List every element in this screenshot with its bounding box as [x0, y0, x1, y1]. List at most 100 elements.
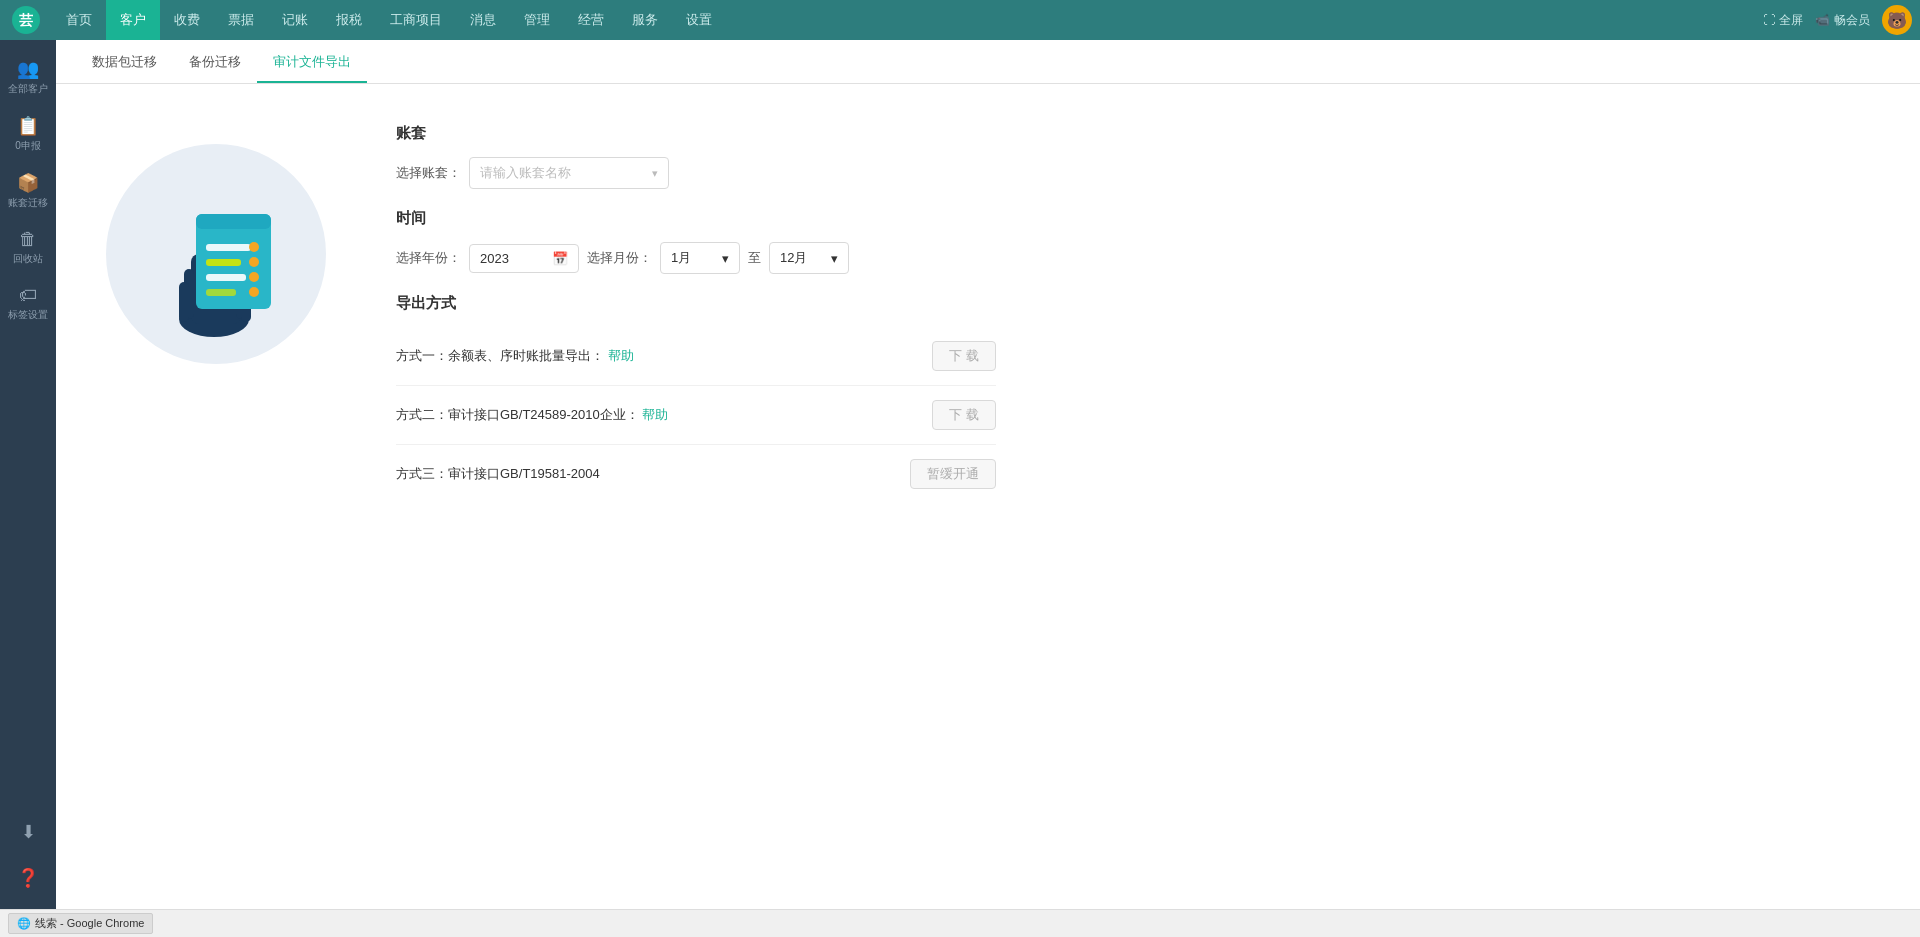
member-label: 畅会员 — [1834, 12, 1870, 29]
month-start-value: 1月 — [671, 249, 691, 267]
help-icon: ❓ — [17, 867, 39, 889]
svg-rect-6 — [179, 282, 189, 322]
nav-bookkeeping[interactable]: 记账 — [268, 0, 322, 40]
method-3-text: 方式三：审计接口GB/T19581-2004 — [396, 466, 600, 481]
tab-backup-migration[interactable]: 备份迁移 — [173, 43, 257, 83]
fullscreen-label: 全屏 — [1779, 12, 1803, 29]
method-3-coming-soon-button[interactable]: 暂缓开通 — [910, 459, 996, 489]
svg-rect-10 — [206, 244, 251, 251]
top-nav: 芸 首页 客户 收费 票据 记账 报税 工商项目 消息 管理 经营 服务 设置 … — [0, 0, 1920, 40]
tab-audit-export[interactable]: 审计文件导出 — [257, 43, 367, 83]
account-section-title: 账套 — [396, 124, 996, 143]
export-method-3: 方式三：审计接口GB/T19581-2004 暂缓开通 — [396, 445, 996, 503]
account-select-label: 选择账套： — [396, 164, 461, 182]
calendar-icon: 📅 — [552, 251, 568, 266]
sidebar-recycle-label: 回收站 — [13, 253, 43, 265]
sidebar: 👥 全部客户 📋 0申报 📦 账套迁移 🗑 回收站 🏷 标签设置 ⬇ ❓ — [0, 40, 56, 909]
taskbar-chrome-label: 线索 - Google Chrome — [35, 916, 144, 931]
nav-home[interactable]: 首页 — [52, 0, 106, 40]
sidebar-download[interactable]: ⬇ — [17, 813, 39, 851]
content-area: 数据包迁移 备份迁移 审计文件导出 — [56, 40, 1920, 909]
taskbar-chrome-item[interactable]: 🌐 线索 - Google Chrome — [8, 913, 153, 934]
video-icon: 📹 — [1815, 13, 1830, 27]
chrome-icon: 🌐 — [17, 917, 31, 930]
sidebar-bottom: ⬇ ❓ — [17, 813, 39, 909]
nav-items: 首页 客户 收费 票据 记账 报税 工商项目 消息 管理 经营 服务 设置 — [52, 0, 1763, 40]
time-form-row: 选择年份： 2023 📅 选择月份： 1月 ▾ 至 12月 — [396, 242, 996, 274]
sidebar-account-migration-label: 账套迁移 — [8, 197, 48, 209]
account-migration-icon: 📦 — [17, 172, 39, 194]
sidebar-item-all-clients[interactable]: 👥 全部客户 — [0, 48, 56, 105]
account-select[interactable]: 请输入账套名称 ▾ — [469, 157, 669, 189]
year-value: 2023 — [480, 251, 509, 266]
nav-message[interactable]: 消息 — [456, 0, 510, 40]
nav-tax[interactable]: 报税 — [322, 0, 376, 40]
method-3-label: 方式三：审计接口GB/T19581-2004 — [396, 465, 898, 483]
month-start-chevron-icon: ▾ — [722, 251, 729, 266]
svg-point-14 — [249, 242, 259, 252]
sidebar-item-recycle[interactable]: 🗑 回收站 — [0, 219, 56, 275]
year-select[interactable]: 2023 📅 — [469, 244, 579, 273]
main-layout: 👥 全部客户 📋 0申报 📦 账套迁移 🗑 回收站 🏷 标签设置 ⬇ ❓ — [0, 40, 1920, 909]
sidebar-tax-filing-label: 0申报 — [15, 140, 41, 152]
month-end-value: 12月 — [780, 249, 807, 267]
month-end-select[interactable]: 12月 ▾ — [769, 242, 849, 274]
sidebar-item-tag-settings[interactable]: 🏷 标签设置 — [0, 275, 56, 331]
svg-text:芸: 芸 — [19, 12, 34, 28]
nav-business[interactable]: 工商项目 — [376, 0, 456, 40]
tag-icon: 🏷 — [19, 285, 37, 306]
method-1-help-link[interactable]: 帮助 — [608, 348, 634, 363]
top-nav-right: ⛶ 全屏 📹 畅会员 🐻 — [1763, 5, 1912, 35]
nav-management[interactable]: 管理 — [510, 0, 564, 40]
user-avatar[interactable]: 🐻 — [1882, 5, 1912, 35]
export-method-2: 方式二：审计接口GB/T24589-2010企业： 帮助 下 载 — [396, 386, 996, 445]
method-1-label: 方式一：余额表、序时账批量导出： 帮助 — [396, 347, 920, 365]
fullscreen-button[interactable]: ⛶ 全屏 — [1763, 12, 1803, 29]
tab-data-migration[interactable]: 数据包迁移 — [76, 43, 173, 83]
svg-point-17 — [249, 287, 259, 297]
nav-settings[interactable]: 设置 — [672, 0, 726, 40]
method-2-help-link[interactable]: 帮助 — [642, 407, 668, 422]
app-logo: 芸 — [8, 2, 44, 38]
account-placeholder: 请输入账套名称 — [480, 164, 571, 182]
svg-point-16 — [249, 272, 259, 282]
nav-billing[interactable]: 收费 — [160, 0, 214, 40]
taskbar: 🌐 线索 - Google Chrome — [0, 909, 1920, 937]
nav-clients[interactable]: 客户 — [106, 0, 160, 40]
year-label: 选择年份： — [396, 249, 461, 267]
export-section-title: 导出方式 — [396, 294, 996, 313]
method-2-label: 方式二：审计接口GB/T24589-2010企业： 帮助 — [396, 406, 920, 424]
method-1-download-button[interactable]: 下 载 — [932, 341, 996, 371]
svg-rect-13 — [206, 289, 236, 296]
svg-rect-12 — [206, 274, 246, 281]
nav-operation[interactable]: 经营 — [564, 0, 618, 40]
nav-invoice[interactable]: 票据 — [214, 0, 268, 40]
illustration-wrap — [96, 114, 336, 394]
export-method-1: 方式一：余额表、序时账批量导出： 帮助 下 载 — [396, 327, 996, 386]
sidebar-tag-label: 标签设置 — [8, 309, 48, 321]
fullscreen-icon: ⛶ — [1763, 13, 1775, 27]
svg-point-15 — [249, 257, 259, 267]
method-2-download-button[interactable]: 下 载 — [932, 400, 996, 430]
method-2-text: 方式二：审计接口GB/T24589-2010企业： — [396, 407, 639, 422]
svg-rect-11 — [206, 259, 241, 266]
tabs-bar: 数据包迁移 备份迁移 审计文件导出 — [56, 40, 1920, 84]
page-content: 账套 选择账套： 请输入账套名称 ▾ 时间 选择年份： 2023 — [56, 84, 1920, 909]
download-icon: ⬇ — [21, 821, 36, 843]
export-container: 账套 选择账套： 请输入账套名称 ▾ 时间 选择年份： 2023 — [96, 114, 996, 503]
sidebar-item-tax-filing[interactable]: 📋 0申报 — [0, 105, 56, 162]
recycle-icon: 🗑 — [19, 229, 37, 250]
all-clients-icon: 👥 — [17, 58, 39, 80]
nav-service[interactable]: 服务 — [618, 0, 672, 40]
svg-rect-9 — [196, 214, 271, 229]
member-button[interactable]: 📹 畅会员 — [1815, 12, 1870, 29]
sidebar-help[interactable]: ❓ — [17, 859, 39, 897]
illustration-circle — [106, 144, 326, 364]
time-section-title: 时间 — [396, 209, 996, 228]
month-start-select[interactable]: 1月 ▾ — [660, 242, 740, 274]
account-chevron-icon: ▾ — [652, 167, 658, 180]
method-1-text: 方式一：余额表、序时账批量导出： — [396, 348, 604, 363]
form-area: 账套 选择账套： 请输入账套名称 ▾ 时间 选择年份： 2023 — [396, 114, 996, 503]
tax-filing-icon: 📋 — [17, 115, 39, 137]
sidebar-item-account-migration[interactable]: 📦 账套迁移 — [0, 162, 56, 219]
